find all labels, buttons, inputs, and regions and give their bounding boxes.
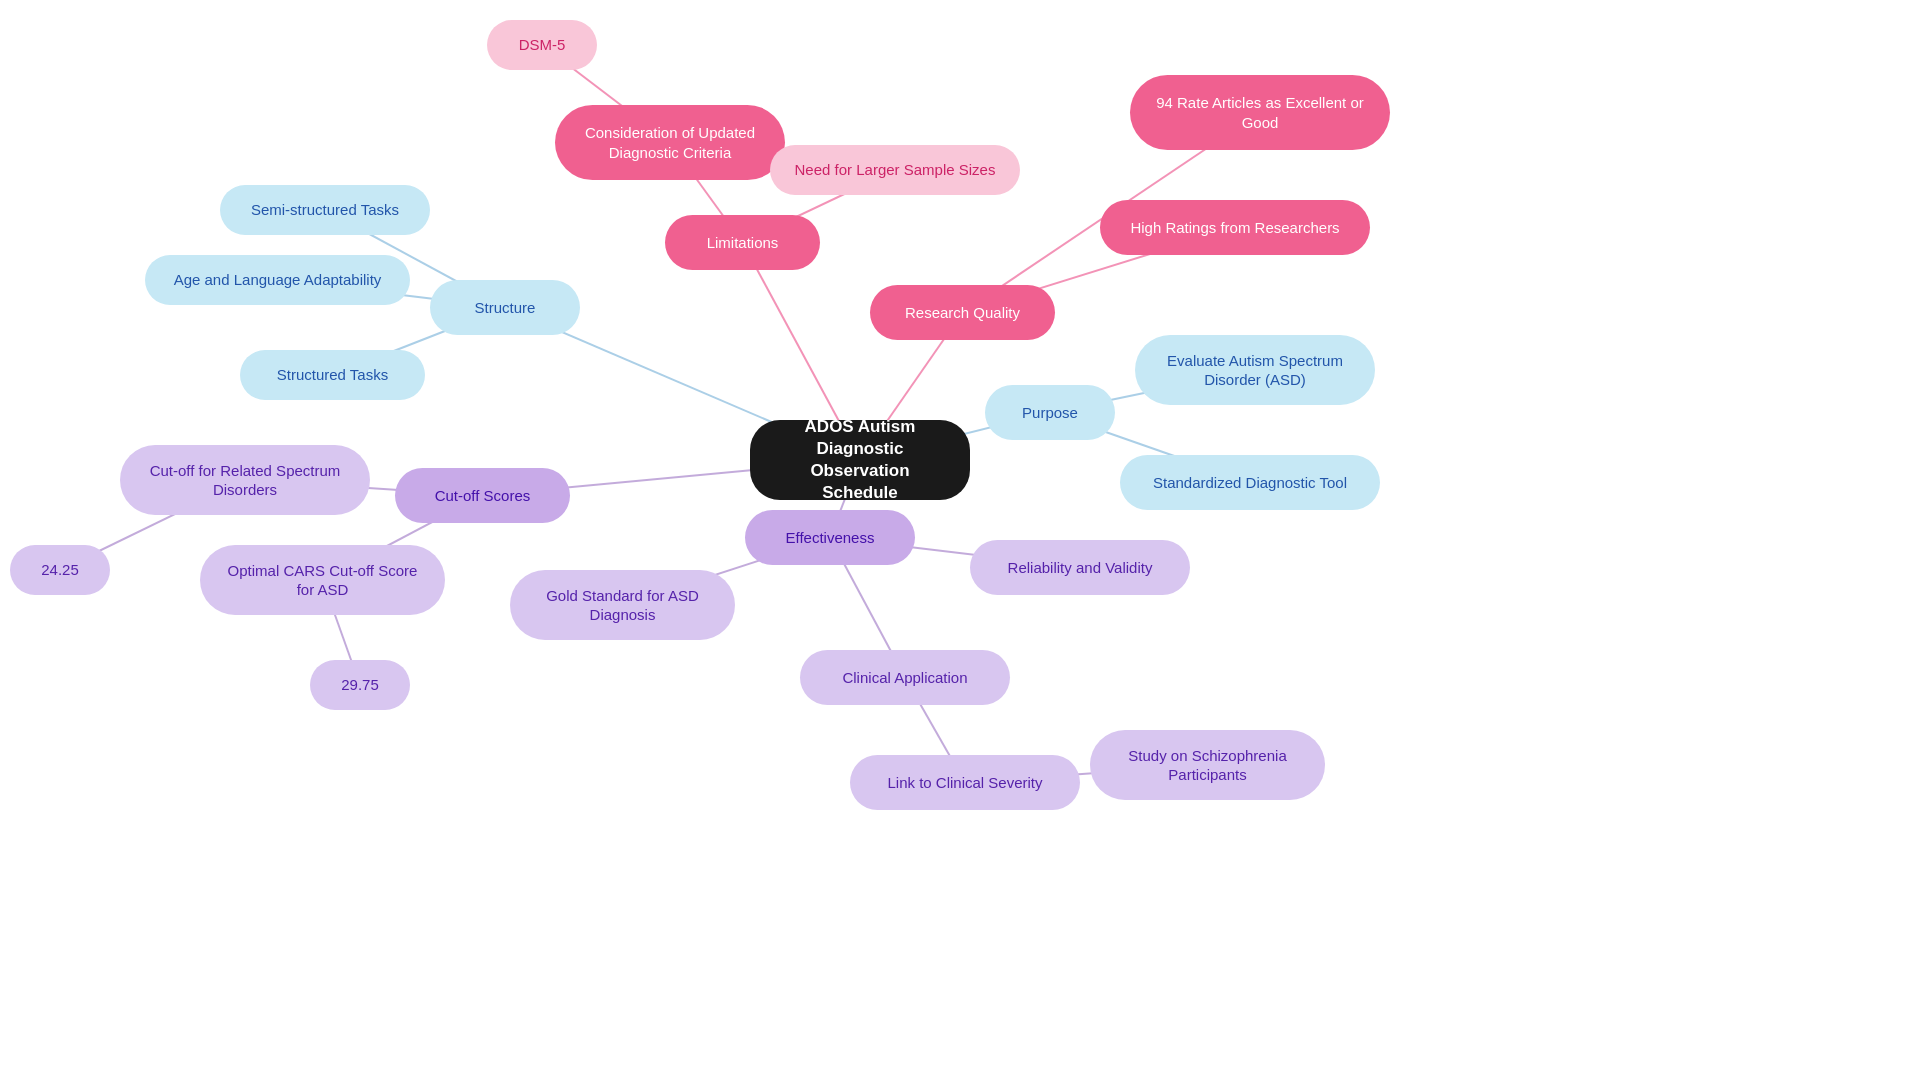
node-structured-tasks: Structured Tasks: [240, 350, 425, 400]
node-limitations: Limitations: [665, 215, 820, 270]
node-structure: Structure: [430, 280, 580, 335]
node-gold-standard: Gold Standard for ASD Diagnosis: [510, 570, 735, 640]
node-semi-structured: Semi-structured Tasks: [220, 185, 430, 235]
node-29-75: 29.75: [310, 660, 410, 710]
node-research-quality: Research Quality: [870, 285, 1055, 340]
node-94-rate: 94 Rate Articles as Excellent or Good: [1130, 75, 1390, 150]
node-optimal-cars: Optimal CARS Cut-off Score for ASD: [200, 545, 445, 615]
node-clinical-application: Clinical Application: [800, 650, 1010, 705]
node-link-clinical: Link to Clinical Severity: [850, 755, 1080, 810]
node-cutoff-scores: Cut-off Scores: [395, 468, 570, 523]
node-schizophrenia: Study on Schizophrenia Participants: [1090, 730, 1325, 800]
node-dsm5: DSM-5: [487, 20, 597, 70]
node-effectiveness: Effectiveness: [745, 510, 915, 565]
node-evaluate-asd: Evaluate Autism Spectrum Disorder (ASD): [1135, 335, 1375, 405]
center-node: ADOS Autism Diagnostic Observation Sched…: [750, 420, 970, 500]
node-24-25: 24.25: [10, 545, 110, 595]
node-high-ratings: High Ratings from Researchers: [1100, 200, 1370, 255]
node-cutoff-spectrum: Cut-off for Related Spectrum Disorders: [120, 445, 370, 515]
node-updated-criteria: Consideration of Updated Diagnostic Crit…: [555, 105, 785, 180]
node-reliability: Reliability and Validity: [970, 540, 1190, 595]
node-age-language: Age and Language Adaptability: [145, 255, 410, 305]
node-purpose: Purpose: [985, 385, 1115, 440]
node-standardized: Standardized Diagnostic Tool: [1120, 455, 1380, 510]
node-larger-samples: Need for Larger Sample Sizes: [770, 145, 1020, 195]
